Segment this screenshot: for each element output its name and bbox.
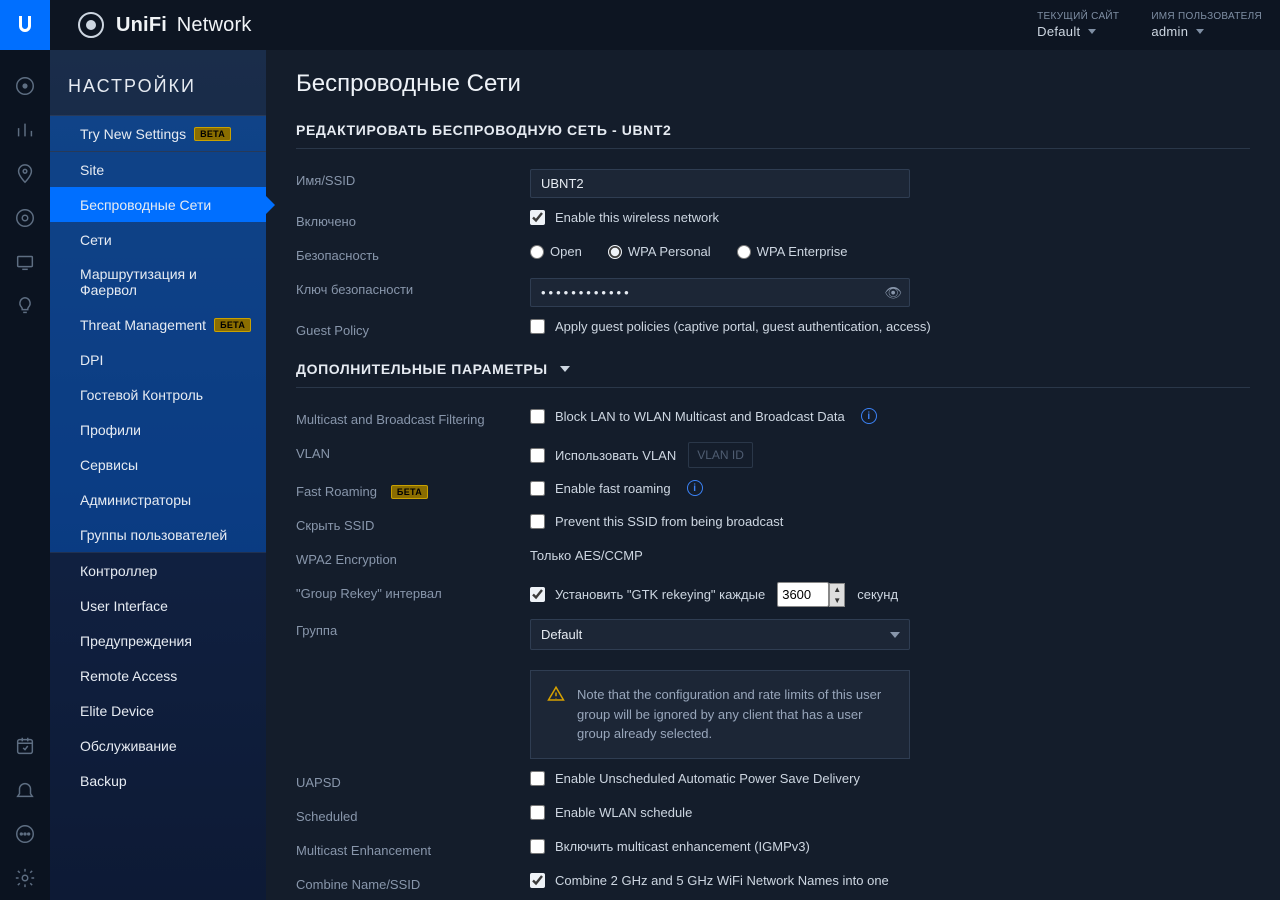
info-icon[interactable]: i bbox=[861, 408, 877, 424]
chevron-down-icon bbox=[1196, 29, 1204, 34]
rekey-unit: секунд bbox=[857, 587, 898, 602]
sidebar-item[interactable]: Try New SettingsBETA bbox=[50, 116, 266, 151]
label-ssid: Имя/SSID bbox=[296, 169, 530, 188]
mcast-enh-checkbox[interactable] bbox=[530, 839, 545, 854]
sidebar-title: НАСТРОЙКИ bbox=[50, 66, 266, 115]
sidebar-item[interactable]: Сервисы bbox=[50, 447, 266, 482]
settings-sidebar: НАСТРОЙКИ Try New SettingsBETA SiteБеспр… bbox=[50, 50, 266, 900]
rekey-interval-input[interactable] bbox=[777, 582, 829, 607]
warning-icon bbox=[547, 685, 565, 703]
brand-logo[interactable] bbox=[0, 0, 50, 50]
stepper-down[interactable]: ▼ bbox=[830, 595, 844, 606]
sidebar-item[interactable]: Беспроводные Сети bbox=[50, 187, 266, 222]
sidebar-item[interactable]: Контроллер bbox=[50, 553, 266, 588]
scheduled-checkbox[interactable] bbox=[530, 805, 545, 820]
eye-icon[interactable]: 👁 bbox=[884, 284, 902, 301]
nav-alerts[interactable] bbox=[0, 768, 50, 812]
label-hide-ssid: Скрыть SSID bbox=[296, 514, 530, 533]
chevron-down-icon bbox=[560, 366, 570, 372]
network-icon bbox=[78, 12, 104, 38]
label-combine: Combine Name/SSID bbox=[296, 873, 530, 892]
label-wpa2: WPA2 Encryption bbox=[296, 548, 530, 567]
label-guest: Guest Policy bbox=[296, 319, 530, 338]
label-mcast-enh: Multicast Enhancement bbox=[296, 839, 530, 858]
current-site: ТЕКУЩИЙ САЙТ Default bbox=[1037, 11, 1119, 39]
label-enabled: Включено bbox=[296, 210, 530, 229]
combine-checkbox[interactable] bbox=[530, 873, 545, 888]
current-user: ИМЯ ПОЛЬЗОВАТЕЛЯ admin bbox=[1151, 11, 1262, 39]
beta-badge: БЕТА bbox=[214, 318, 251, 332]
sidebar-item[interactable]: Маршрутизация и Фаервол bbox=[50, 257, 266, 307]
rekey-checkbox[interactable] bbox=[530, 587, 545, 602]
wpa2-value: Только AES/CCMP bbox=[530, 548, 643, 563]
label-group: Группа bbox=[296, 619, 530, 638]
label-scheduled: Scheduled bbox=[296, 805, 530, 824]
label-roaming: Fast RoamingБЕТА bbox=[296, 480, 530, 499]
nav-devices[interactable] bbox=[0, 196, 50, 240]
section-advanced[interactable]: ДОПОЛНИТЕЛЬНЫЕ ПАРАМЕТРЫ bbox=[296, 361, 1250, 388]
section-edit-wlan: РЕДАКТИРОВАТЬ БЕСПРОВОДНУЮ СЕТЬ - UBNT2 bbox=[296, 122, 1250, 149]
stepper-up[interactable]: ▲ bbox=[830, 584, 844, 595]
icon-rail bbox=[0, 50, 50, 900]
beta-badge: BETA bbox=[194, 127, 231, 141]
site-picker[interactable]: Default bbox=[1037, 24, 1119, 39]
label-vlan: VLAN bbox=[296, 442, 530, 461]
enabled-text: Enable this wireless network bbox=[555, 210, 719, 225]
nav-events[interactable] bbox=[0, 724, 50, 768]
ssid-input[interactable] bbox=[530, 169, 910, 198]
security-wpa-personal[interactable] bbox=[608, 245, 622, 259]
sidebar-item[interactable]: Сети bbox=[50, 222, 266, 257]
enabled-checkbox[interactable] bbox=[530, 210, 545, 225]
vlan-checkbox[interactable] bbox=[530, 448, 545, 463]
uapsd-checkbox[interactable] bbox=[530, 771, 545, 786]
sidebar-item[interactable]: Remote Access bbox=[50, 658, 266, 693]
mcast-filter-checkbox[interactable] bbox=[530, 409, 545, 424]
nav-chat[interactable] bbox=[0, 812, 50, 856]
vlan-id-placeholder: VLAN ID bbox=[688, 442, 753, 468]
label-security: Безопасность bbox=[296, 244, 530, 263]
label-rekey: "Group Rekey" интервал bbox=[296, 582, 530, 601]
security-wpa-enterprise[interactable] bbox=[737, 245, 751, 259]
sidebar-item[interactable]: Site bbox=[50, 152, 266, 187]
nav-statistics[interactable] bbox=[0, 108, 50, 152]
main-content: Беспроводные Сети РЕДАКТИРОВАТЬ БЕСПРОВО… bbox=[266, 50, 1280, 900]
sidebar-item[interactable]: Предупреждения bbox=[50, 623, 266, 658]
security-open[interactable] bbox=[530, 245, 544, 259]
guest-policy-text: Apply guest policies (captive portal, gu… bbox=[555, 319, 931, 334]
user-menu[interactable]: admin bbox=[1151, 24, 1262, 39]
nav-settings[interactable] bbox=[0, 856, 50, 900]
sidebar-item[interactable]: Backup bbox=[50, 763, 266, 798]
page-title: Беспроводные Сети bbox=[296, 70, 1250, 98]
sidebar-item[interactable]: Threat ManagementБЕТА bbox=[50, 307, 266, 342]
info-icon[interactable]: i bbox=[687, 480, 703, 496]
brand-title: UniFi Network bbox=[78, 12, 252, 38]
label-key: Ключ безопасности bbox=[296, 278, 530, 297]
hide-ssid-checkbox[interactable] bbox=[530, 514, 545, 529]
sidebar-item[interactable]: Администраторы bbox=[50, 482, 266, 517]
fast-roaming-checkbox[interactable] bbox=[530, 481, 545, 496]
sidebar-item[interactable]: Профили bbox=[50, 412, 266, 447]
nav-map[interactable] bbox=[0, 152, 50, 196]
chevron-down-icon bbox=[1088, 29, 1096, 34]
nav-clients[interactable] bbox=[0, 240, 50, 284]
label-uapsd: UAPSD bbox=[296, 771, 530, 790]
label-mcast: Multicast and Broadcast Filtering bbox=[296, 408, 530, 427]
sidebar-item[interactable]: User Interface bbox=[50, 588, 266, 623]
sidebar-item[interactable]: Обслуживание bbox=[50, 728, 266, 763]
sidebar-item[interactable]: Группы пользователей bbox=[50, 517, 266, 552]
group-select[interactable]: Default bbox=[530, 619, 910, 650]
sidebar-item[interactable]: DPI bbox=[50, 342, 266, 377]
nav-insights[interactable] bbox=[0, 284, 50, 328]
sidebar-item[interactable]: Elite Device bbox=[50, 693, 266, 728]
app-header: UniFi Network ТЕКУЩИЙ САЙТ Default ИМЯ П… bbox=[0, 0, 1280, 50]
beta-badge: БЕТА bbox=[391, 485, 428, 499]
nav-dashboard[interactable] bbox=[0, 64, 50, 108]
security-key-input[interactable] bbox=[530, 278, 910, 307]
guest-policy-checkbox[interactable] bbox=[530, 319, 545, 334]
group-note: Note that the configuration and rate lim… bbox=[530, 670, 910, 759]
sidebar-item[interactable]: Гостевой Контроль bbox=[50, 377, 266, 412]
